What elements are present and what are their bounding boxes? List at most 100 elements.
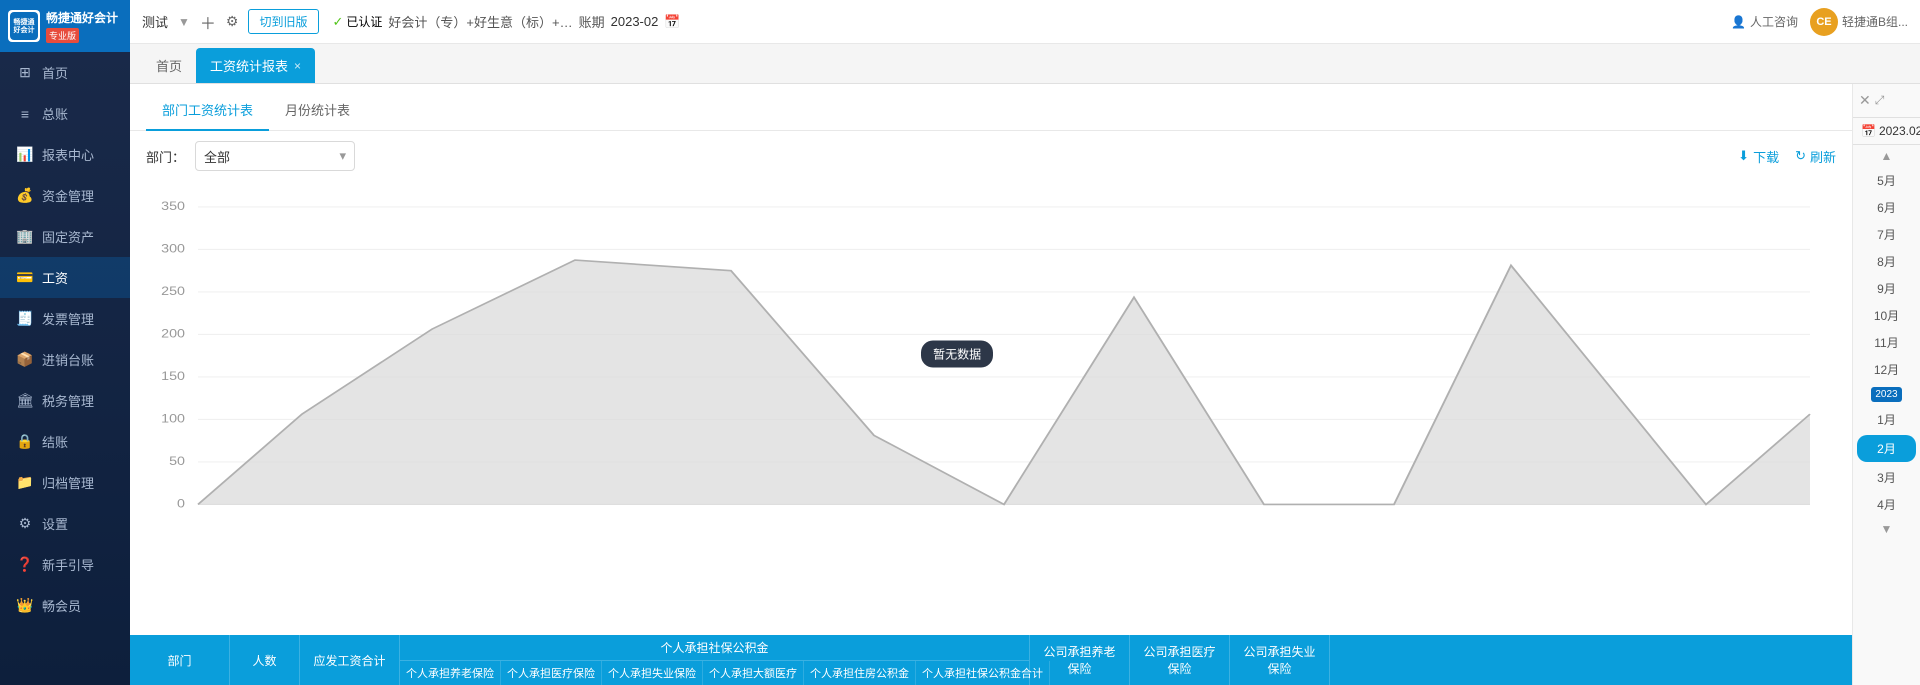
tab-home[interactable]: 首页	[142, 48, 196, 83]
month-9[interactable]: 9月	[1853, 275, 1920, 302]
check-icon: ✓	[333, 14, 344, 30]
sidebar-item-label: 发票管理	[42, 309, 94, 328]
sidebar-item-member[interactable]: 👑 畅会员	[0, 585, 130, 626]
tab-salary-report[interactable]: 工资统计报表 ×	[196, 48, 315, 83]
sidebar-item-label: 新手引导	[42, 555, 94, 574]
svg-text:50: 50	[169, 454, 185, 467]
certified-status: ✓ 已认证	[333, 13, 383, 30]
add-company-icon[interactable]: ＋	[200, 10, 216, 34]
app-logo: 畅捷通 好会计 畅捷通好会计 专业版	[0, 0, 130, 52]
toolbar-left: 部门： 全部 ▾	[146, 141, 355, 171]
month-6[interactable]: 6月	[1853, 194, 1920, 221]
calendar-small-icon: 📅	[1861, 124, 1876, 138]
assets-icon: 🏢	[16, 228, 34, 245]
logo-icon: 畅捷通 好会计	[8, 10, 40, 42]
sidebar-item-label: 归档管理	[42, 473, 94, 492]
svg-text:200: 200	[161, 327, 185, 340]
period-label: 账期	[579, 12, 605, 31]
chevron-down-icon: ▾	[339, 148, 346, 164]
ledger-icon: ≡	[16, 106, 34, 122]
sidebar: 畅捷通 好会计 畅捷通好会计 专业版 ⊞ 首页 ≡ 总账 📊 报表中心 💰 资金…	[0, 0, 130, 685]
tabbar: 首页 工资统计报表 ×	[130, 44, 1920, 84]
dept-select[interactable]: 全部 ▾	[195, 141, 355, 171]
page-area: 部门工资统计表 月份统计表 部门： 全部 ▾ ⬇	[130, 84, 1920, 685]
consult-button[interactable]: 👤 人工咨询	[1731, 13, 1798, 30]
download-label: 下载	[1753, 147, 1779, 166]
settings-gear-icon[interactable]: ⚙	[226, 13, 239, 30]
tab-close-icon[interactable]: ×	[294, 59, 301, 73]
user-menu[interactable]: CE 轻捷通B组...	[1810, 8, 1908, 36]
company-name: 测试	[142, 12, 168, 31]
tax-icon: 🏛	[16, 392, 34, 409]
switch-to-old-btn[interactable]: 切到旧版	[248, 9, 318, 34]
period-value: 2023-02	[611, 14, 659, 29]
sidebar-item-assets[interactable]: 🏢 固定资产	[0, 216, 130, 257]
svg-text:畅捷通: 畅捷通	[14, 17, 36, 26]
month-4[interactable]: 4月	[1853, 491, 1920, 518]
sub-tab-month-label: 月份统计表	[285, 103, 350, 118]
download-button[interactable]: ⬇ 下载	[1738, 147, 1779, 166]
col-group-personal: 个人承担社保公积金 个人承担养老保险 个人承担医疗保险 个人承担失业保险 个人承…	[400, 635, 1030, 685]
year-badge: 2023	[1871, 387, 1901, 402]
salary-icon: 💳	[16, 269, 34, 286]
sidebar-item-salary[interactable]: 💳 工资	[0, 257, 130, 298]
sidebar-item-ledger[interactable]: ≡ 总账	[0, 93, 130, 134]
col-company-unemployment: 公司承担失业保险	[1230, 635, 1330, 685]
product-info: 好会计（专）+好生意（标）+…	[388, 12, 572, 31]
certified-label: 已认证	[346, 13, 382, 30]
sidebar-item-label: 固定资产	[42, 227, 94, 246]
tab-salary-label: 工资统计报表	[210, 56, 288, 75]
month-3[interactable]: 3月	[1853, 464, 1920, 491]
funds-icon: 💰	[16, 187, 34, 204]
month-8[interactable]: 8月	[1853, 248, 1920, 275]
month-12[interactable]: 12月	[1853, 356, 1920, 383]
sidebar-item-guide[interactable]: ❓ 新手引导	[0, 544, 130, 585]
main-content: 测试 ▼ ＋ ⚙ 切到旧版 ✓ 已认证 好会计（专）+好生意（标）+… 账期 2…	[130, 0, 1920, 685]
date-nav-down-icon[interactable]: ▼	[1853, 518, 1920, 540]
col-personal-unemployment: 个人承担失业保险	[602, 661, 703, 685]
sidebar-item-label: 畅会员	[42, 596, 81, 615]
chart-container: 350 300 250 200 150 100 50 0	[146, 191, 1836, 531]
toolbar: 部门： 全部 ▾ ⬇ 下载 ↻ 刷新	[130, 131, 1852, 181]
col-company-pension: 公司承担养老保险	[1030, 635, 1130, 685]
dept-select-value: 全部	[204, 147, 230, 166]
sidebar-item-archive[interactable]: 📁 归档管理	[0, 462, 130, 503]
calendar-icon[interactable]: 📅	[664, 14, 680, 30]
month-2-active[interactable]: 2月	[1857, 435, 1916, 462]
date-display: 📅 2023.02	[1853, 118, 1920, 145]
panel-expand-icon[interactable]: ⤢	[1875, 93, 1885, 108]
archive-icon: 📁	[16, 474, 34, 491]
month-5[interactable]: 5月	[1853, 167, 1920, 194]
sidebar-item-label: 工资	[42, 268, 68, 287]
svg-text:350: 350	[161, 199, 185, 212]
group-cells: 个人承担养老保险 个人承担医疗保险 个人承担失业保险 个人承担大额医疗 个人承担	[400, 661, 1029, 685]
download-icon: ⬇	[1738, 148, 1749, 164]
month-1[interactable]: 1月	[1853, 406, 1920, 433]
content-main: 部门工资统计表 月份统计表 部门： 全部 ▾ ⬇	[130, 84, 1852, 685]
consult-icon: 👤	[1731, 15, 1746, 29]
sub-tab-month[interactable]: 月份统计表	[269, 94, 366, 131]
col-personal-medical: 个人承担医疗保险	[501, 661, 602, 685]
dept-label: 部门：	[146, 147, 185, 166]
refresh-button[interactable]: ↻ 刷新	[1795, 147, 1836, 166]
sidebar-item-reports[interactable]: 📊 报表中心	[0, 134, 130, 175]
sidebar-item-close-accounts[interactable]: 🔒 结账	[0, 421, 130, 462]
member-icon: 👑	[16, 597, 34, 614]
svg-text:100: 100	[161, 412, 185, 425]
sidebar-item-purchase[interactable]: 📦 进销台账	[0, 339, 130, 380]
panel-close-icon[interactable]: ✕	[1859, 92, 1871, 109]
sidebar-item-invoice[interactable]: 🧾 发票管理	[0, 298, 130, 339]
month-11[interactable]: 11月	[1853, 329, 1920, 356]
date-nav-up-icon[interactable]: ▲	[1853, 145, 1920, 167]
sub-tab-dept[interactable]: 部门工资统计表	[146, 94, 269, 131]
sidebar-item-settings[interactable]: ⚙ 设置	[0, 503, 130, 544]
sidebar-item-tax[interactable]: 🏛 税务管理	[0, 380, 130, 421]
col-total-salary: 应发工资合计	[300, 635, 400, 685]
month-7[interactable]: 7月	[1853, 221, 1920, 248]
sidebar-item-home[interactable]: ⊞ 首页	[0, 52, 130, 93]
sidebar-item-funds[interactable]: 💰 资金管理	[0, 175, 130, 216]
month-10[interactable]: 10月	[1853, 302, 1920, 329]
sub-tab-dept-label: 部门工资统计表	[162, 103, 253, 118]
svg-text:250: 250	[161, 284, 185, 297]
right-panel: ✕ ⤢ 📅 2023.02 ▲ 5月 6月 7月 8月 9月 10月 11月 1…	[1852, 84, 1920, 685]
